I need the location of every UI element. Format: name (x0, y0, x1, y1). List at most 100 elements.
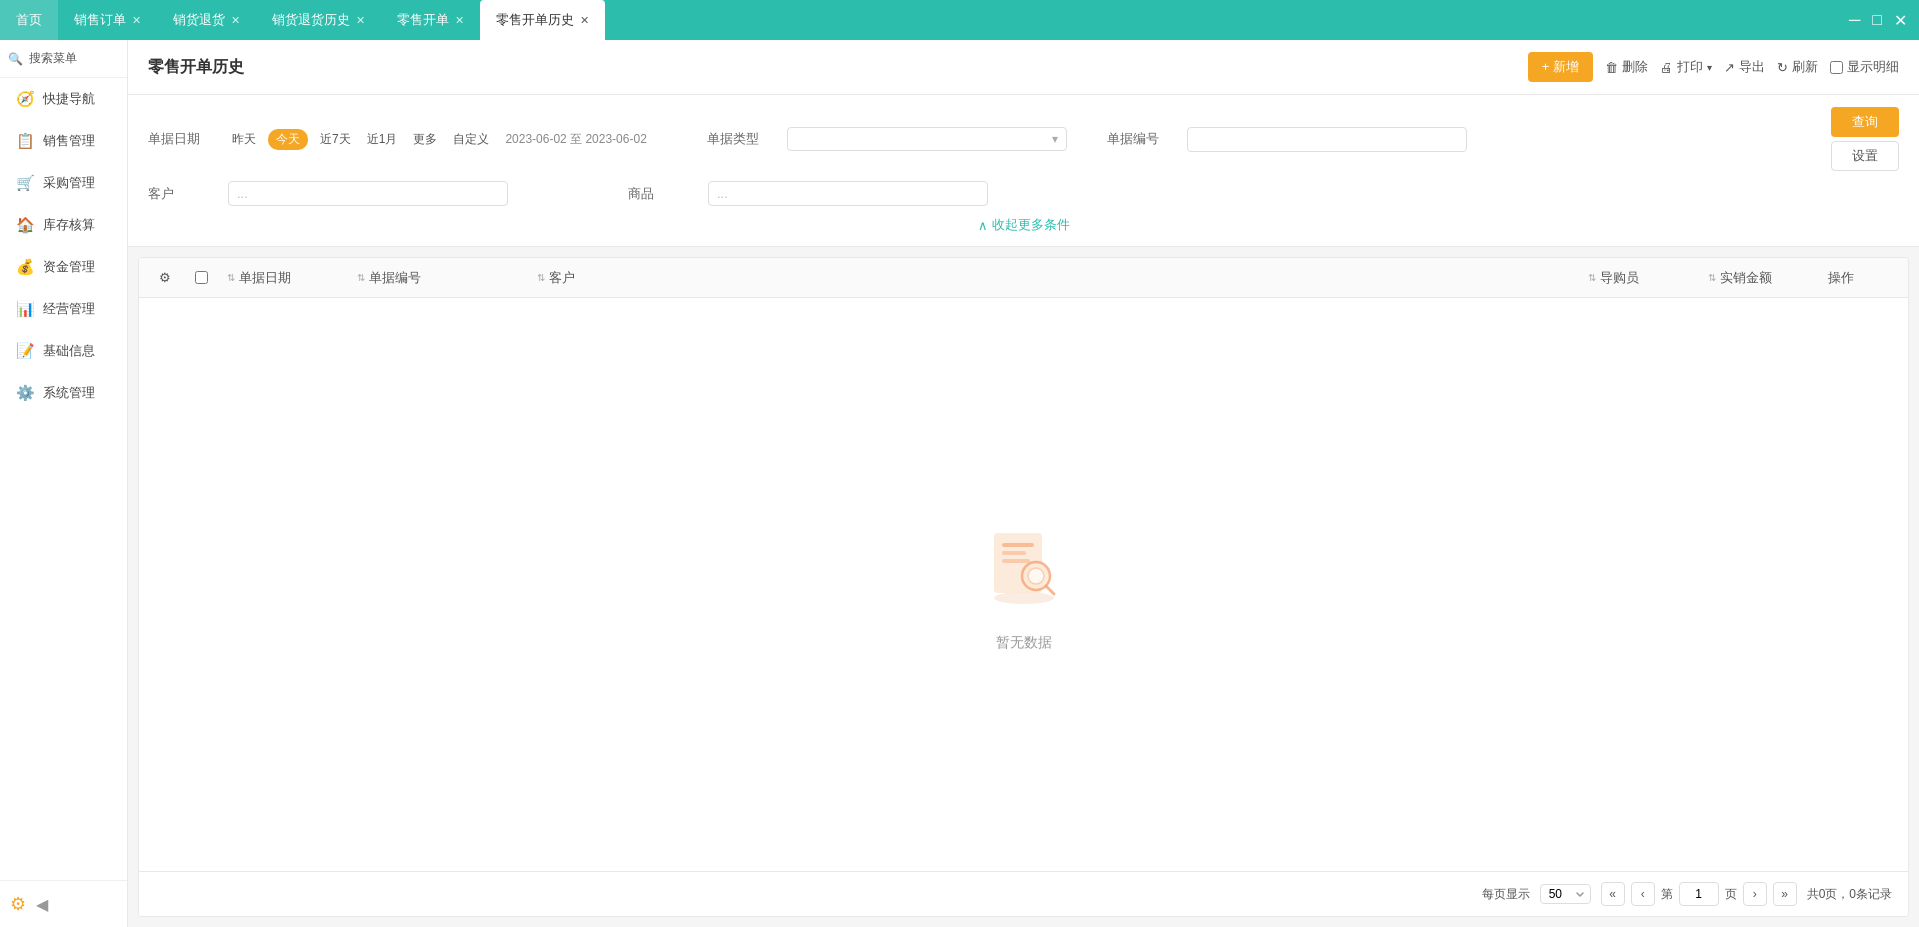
sidebar-search[interactable]: 🔍 搜索菜单 (0, 40, 127, 78)
th-date[interactable]: ⇅ 单据日期 (219, 269, 349, 287)
display-detail-toggle[interactable]: 显示明细 (1830, 58, 1899, 76)
per-page-label: 每页显示 (1482, 886, 1530, 903)
sidebar-item-base-info[interactable]: 📝 基础信息 (0, 330, 127, 372)
sidebar-item-sales-mgmt[interactable]: 📋 销售管理 (0, 120, 127, 162)
sidebar-item-label: 快捷导航 (43, 90, 95, 108)
total-text: 共0页，0条记录 (1807, 886, 1892, 903)
tab-sales-return[interactable]: 销货退货 ✕ (157, 0, 256, 40)
sidebar-settings-icon[interactable]: ⚙ (10, 893, 26, 915)
th-guide[interactable]: ⇅ 导购员 (1580, 269, 1700, 287)
quick-nav-icon: 🧭 (16, 90, 35, 108)
goods-input-wrapper[interactable]: ... (708, 181, 988, 206)
close-tab-sales-order[interactable]: ✕ (132, 14, 141, 27)
next-page-btn[interactable]: › (1743, 882, 1767, 906)
type-select[interactable]: ▾ (787, 127, 1067, 151)
sidebar-item-label: 采购管理 (43, 174, 95, 192)
window-maximize[interactable]: □ (1872, 11, 1882, 29)
date-btn-more[interactable]: 更多 (409, 129, 441, 150)
type-label: 单据类型 (707, 130, 767, 148)
sidebar-item-operations[interactable]: 📊 经营管理 (0, 288, 127, 330)
date-btn-yesterday[interactable]: 昨天 (228, 129, 260, 150)
table-header: ⚙ ⇅ 单据日期 ⇅ 单据编号 ⇅ 客户 ⇅ (139, 258, 1908, 298)
svg-rect-2 (1002, 543, 1034, 547)
base-info-icon: 📝 (16, 342, 35, 360)
collapse-bar[interactable]: ∧ 收起更多条件 (148, 216, 1899, 234)
sidebar-item-label: 系统管理 (43, 384, 95, 402)
per-page-select[interactable]: 10 20 50 100 (1540, 884, 1591, 904)
inventory-icon: 🏠 (16, 216, 35, 234)
th-customer[interactable]: ⇅ 客户 (529, 269, 1580, 287)
sales-icon: 📋 (16, 132, 35, 150)
close-tab-sales-return[interactable]: ✕ (231, 14, 240, 27)
action-buttons: 查询 设置 (1831, 107, 1899, 171)
page-input[interactable] (1679, 882, 1719, 906)
sidebar-item-finance[interactable]: 💰 资金管理 (0, 246, 127, 288)
tab-home[interactable]: 首页 (0, 0, 58, 40)
first-page-btn[interactable]: « (1601, 882, 1625, 906)
sidebar-item-purchase-mgmt[interactable]: 🛒 采购管理 (0, 162, 127, 204)
tab-sales-order[interactable]: 销售订单 ✕ (58, 0, 157, 40)
query-button[interactable]: 查询 (1831, 107, 1899, 137)
svg-point-0 (994, 592, 1054, 604)
finance-icon: 💰 (16, 258, 35, 276)
th-checkbox[interactable] (183, 271, 219, 284)
filter-row-1: 单据日期 昨天 今天 近7天 近1月 更多 自定义 2023-06-02 至 2… (148, 107, 1899, 171)
sort-icon-guide: ⇅ (1588, 272, 1596, 283)
tab-retail-open[interactable]: 零售开单 ✕ (381, 0, 480, 40)
window-controls: ─ □ ✕ (1849, 11, 1919, 30)
svg-rect-3 (1002, 551, 1026, 555)
tab-retail-open-history[interactable]: 零售开单历史 ✕ (480, 0, 605, 40)
display-detail-checkbox[interactable] (1830, 61, 1843, 74)
date-range-display: 2023-06-02 至 2023-06-02 (505, 131, 646, 148)
settings-button[interactable]: 设置 (1831, 141, 1899, 171)
customer-label: 客户 (148, 185, 208, 203)
sort-icon-customer: ⇅ (537, 272, 545, 283)
add-button[interactable]: + 新增 (1528, 52, 1593, 82)
close-tab-sales-return-history[interactable]: ✕ (356, 14, 365, 27)
sidebar-item-quick-nav[interactable]: 🧭 快捷导航 (0, 78, 127, 120)
print-icon: 🖨 (1660, 60, 1673, 75)
sidebar-item-inventory[interactable]: 🏠 库存核算 (0, 204, 127, 246)
orderno-input-wrapper (1187, 127, 1467, 152)
svg-rect-4 (1002, 559, 1030, 563)
refresh-button[interactable]: ↻ 刷新 (1777, 58, 1818, 76)
sort-icon-date: ⇅ (227, 272, 235, 283)
sidebar-item-label: 经营管理 (43, 300, 95, 318)
collapse-icon: ∧ (978, 218, 988, 233)
window-minimize[interactable]: ─ (1849, 11, 1860, 29)
sidebar-bottom: ⚙ ◀ (0, 880, 127, 927)
close-tab-retail-open[interactable]: ✕ (455, 14, 464, 27)
th-orderno[interactable]: ⇅ 单据编号 (349, 269, 529, 287)
prev-page-btn[interactable]: ‹ (1631, 882, 1655, 906)
close-tab-retail-open-history[interactable]: ✕ (580, 14, 589, 27)
sidebar-item-label: 基础信息 (43, 342, 95, 360)
date-btn-1month[interactable]: 近1月 (363, 129, 402, 150)
customer-placeholder: ... (237, 186, 499, 201)
page-header: 零售开单历史 + 新增 🗑 删除 🖨 打印 ▾ ↗ 导出 (128, 40, 1919, 95)
content-area: 零售开单历史 + 新增 🗑 删除 🖨 打印 ▾ ↗ 导出 (128, 40, 1919, 927)
print-button[interactable]: 🖨 打印 ▾ (1660, 58, 1712, 76)
date-shortcuts: 昨天 今天 近7天 近1月 更多 自定义 2023-06-02 至 2023-0… (228, 129, 647, 150)
date-btn-custom[interactable]: 自定义 (449, 129, 493, 150)
last-page-btn[interactable]: » (1773, 882, 1797, 906)
sort-icon-amount: ⇅ (1708, 272, 1716, 283)
th-amount[interactable]: ⇅ 实销金额 (1700, 269, 1820, 287)
sort-icon-orderno: ⇅ (357, 272, 365, 283)
export-button[interactable]: ↗ 导出 (1724, 58, 1765, 76)
delete-button[interactable]: 🗑 删除 (1605, 58, 1648, 76)
sidebar-collapse-icon[interactable]: ◀ (36, 895, 48, 914)
svg-line-7 (1046, 586, 1054, 594)
window-close[interactable]: ✕ (1894, 11, 1907, 30)
date-btn-today[interactable]: 今天 (268, 129, 308, 150)
th-settings[interactable]: ⚙ (147, 270, 183, 285)
sidebar-item-sys-mgmt[interactable]: ⚙️ 系统管理 (0, 372, 127, 414)
date-btn-7days[interactable]: 近7天 (316, 129, 355, 150)
sys-mgmt-icon: ⚙️ (16, 384, 35, 402)
customer-input-wrapper[interactable]: ... (228, 181, 508, 206)
orderno-input[interactable] (1196, 132, 1458, 147)
tab-sales-return-history[interactable]: 销货退货历史 ✕ (256, 0, 381, 40)
refresh-icon: ↻ (1777, 60, 1788, 75)
th-action: 操作 (1820, 269, 1900, 287)
select-all-checkbox[interactable] (195, 271, 208, 284)
sidebar-item-label: 库存核算 (43, 216, 95, 234)
